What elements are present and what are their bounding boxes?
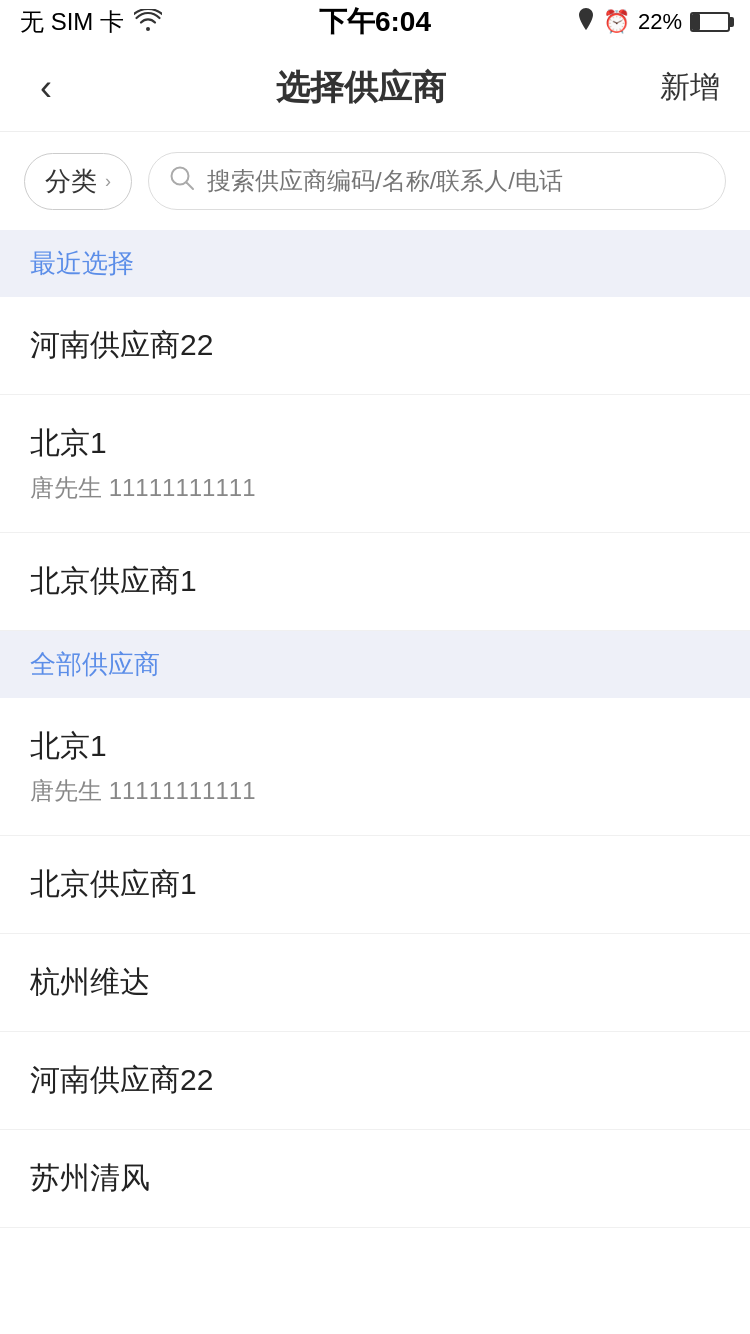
nav-bar: ‹ 选择供应商 新增: [0, 44, 750, 132]
battery-icon: [690, 12, 730, 32]
carrier-text: 无 SIM 卡: [20, 6, 124, 38]
page-title: 选择供应商: [276, 65, 446, 111]
list-item[interactable]: 河南供应商22: [0, 297, 750, 395]
item-name: 苏州清风: [30, 1158, 720, 1199]
wifi-icon: [134, 9, 162, 36]
item-name: 北京供应商1: [30, 864, 720, 905]
battery-percent: 22%: [638, 9, 682, 35]
item-sub: 唐先生 11111111111: [30, 775, 720, 807]
svg-line-1: [187, 183, 194, 190]
chevron-right-icon: ›: [105, 171, 111, 192]
all-section-header: 全部供应商: [0, 631, 750, 698]
search-box[interactable]: [148, 152, 726, 210]
status-right: ⏰ 22%: [577, 8, 730, 36]
item-sub: 唐先生 11111111111: [30, 472, 720, 504]
all-section-label: 全部供应商: [30, 649, 160, 679]
item-name: 杭州维达: [30, 962, 720, 1003]
list-item[interactable]: 北京供应商1: [0, 836, 750, 934]
search-icon: [169, 165, 195, 197]
list-item[interactable]: 苏州清风: [0, 1130, 750, 1228]
status-left: 无 SIM 卡: [20, 6, 162, 38]
recent-section-label: 最近选择: [30, 248, 134, 278]
list-item[interactable]: 北京1 唐先生 11111111111: [0, 395, 750, 533]
list-item[interactable]: 北京供应商1: [0, 533, 750, 631]
alarm-icon: ⏰: [603, 9, 630, 35]
search-input[interactable]: [207, 167, 705, 195]
location-icon: [577, 8, 595, 36]
item-name: 北京供应商1: [30, 561, 720, 602]
all-items-list: 北京1 唐先生 11111111111 北京供应商1 杭州维达 河南供应商22 …: [0, 698, 750, 1228]
recent-section-header: 最近选择: [0, 230, 750, 297]
back-button[interactable]: ‹: [30, 57, 62, 119]
recent-items-list: 河南供应商22 北京1 唐先生 11111111111 北京供应商1: [0, 297, 750, 631]
list-item[interactable]: 河南供应商22: [0, 1032, 750, 1130]
filter-bar: 分类 ›: [0, 132, 750, 230]
category-button[interactable]: 分类 ›: [24, 153, 132, 210]
category-label: 分类: [45, 164, 97, 199]
list-item[interactable]: 北京1 唐先生 11111111111: [0, 698, 750, 836]
status-time: 下午6:04: [319, 3, 431, 41]
item-name: 北京1: [30, 726, 720, 767]
add-button[interactable]: 新增: [660, 67, 720, 108]
item-name: 河南供应商22: [30, 1060, 720, 1101]
item-name: 北京1: [30, 423, 720, 464]
item-name: 河南供应商22: [30, 325, 720, 366]
list-item[interactable]: 杭州维达: [0, 934, 750, 1032]
status-bar: 无 SIM 卡 下午6:04 ⏰ 22%: [0, 0, 750, 44]
